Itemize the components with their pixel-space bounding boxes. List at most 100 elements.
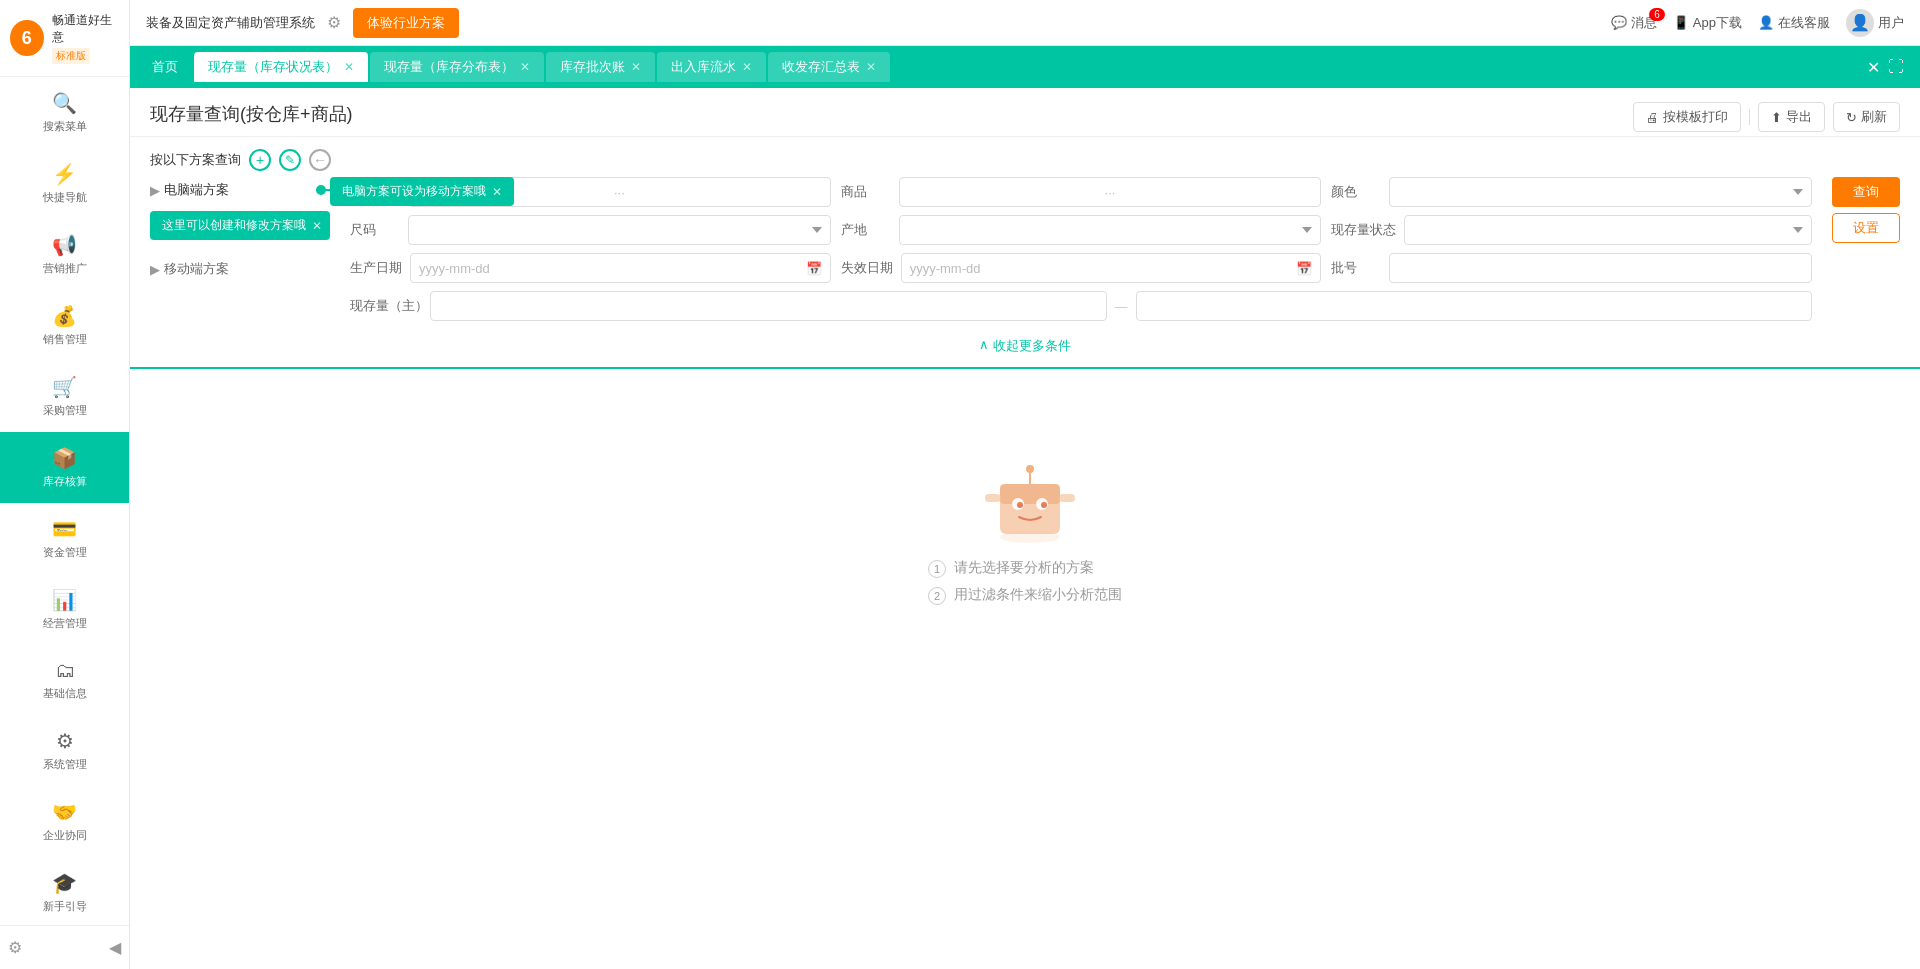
- scheme-mobile-header: ▶ 移动端方案: [150, 256, 330, 282]
- enterprise-icon: 🤝: [52, 800, 77, 824]
- system-icon: ⚙: [56, 729, 74, 753]
- user-avatar: 👤: [1846, 9, 1874, 37]
- collapse-icon[interactable]: ◀: [109, 938, 121, 957]
- tab-close-icon[interactable]: ✕: [344, 60, 354, 74]
- tab-close-all-icon[interactable]: ✕: [1867, 58, 1880, 77]
- empty-hint-2: 2 用过滤条件来缩小分析范围: [928, 586, 1122, 605]
- tab-inventory-status[interactable]: 现存量（库存状况表） ✕: [194, 52, 368, 82]
- tab-home[interactable]: 首页: [138, 52, 192, 82]
- prod-date-input[interactable]: yyyy-mm-dd 📅: [410, 253, 831, 283]
- sidebar-item-label: 快捷导航: [43, 190, 87, 205]
- guide-icon: 🎓: [52, 871, 77, 895]
- svg-point-6: [1041, 502, 1047, 508]
- filter-row-3: 生产日期 yyyy-mm-dd 📅 失效日期 yyyy-mm-dd: [350, 253, 1812, 283]
- tabbar: 首页 现存量（库存状况表） ✕ 现存量（库存分布表） ✕ 库存批次账 ✕ 出入库…: [130, 46, 1920, 88]
- edit-tooltip-close-icon[interactable]: ✕: [312, 219, 322, 233]
- action-buttons: 查询 设置: [1832, 177, 1900, 243]
- field-label: 失效日期: [841, 259, 893, 277]
- tab-home-label: 首页: [152, 58, 178, 76]
- date-placeholder: yyyy-mm-dd: [910, 261, 981, 276]
- field-label: 颜色: [1331, 183, 1381, 201]
- settings-btn[interactable]: 设置: [1832, 213, 1900, 243]
- sidebar-item-marketing[interactable]: 📢 营销推广: [0, 219, 129, 290]
- filter-collapse-btn[interactable]: ∧ 收起更多条件: [150, 329, 1900, 355]
- tab-close-icon[interactable]: ✕: [866, 60, 876, 74]
- sidebar-item-search[interactable]: 🔍 搜索菜单: [0, 77, 129, 148]
- tab-close-icon[interactable]: ✕: [742, 60, 752, 74]
- settings-icon[interactable]: ⚙: [8, 938, 22, 957]
- tab-label: 出入库流水: [671, 58, 736, 76]
- stock-qty-label: 现存量（主）: [350, 297, 430, 315]
- operations-icon: 📊: [52, 588, 77, 612]
- filter-back-btn[interactable]: ←: [309, 149, 331, 171]
- color-select[interactable]: [1389, 177, 1812, 207]
- tab-batch[interactable]: 库存批次账 ✕: [546, 52, 655, 82]
- batch-no-input[interactable]: [1389, 253, 1812, 283]
- sidebar-item-system[interactable]: ⚙ 系统管理: [0, 715, 129, 786]
- app-download-btn[interactable]: 📱 App下载: [1673, 14, 1742, 32]
- quicknav-icon: ⚡: [52, 162, 77, 186]
- filter-row-1: 按仓库 ··· 商品 ··· 颜色: [350, 177, 1812, 207]
- sidebar-item-finance[interactable]: 💳 资金管理: [0, 503, 129, 574]
- sidebar-item-purchase[interactable]: 🛒 采购管理: [0, 361, 129, 432]
- query-btn[interactable]: 查询: [1832, 177, 1900, 207]
- hint-num: 2: [928, 587, 946, 605]
- message-btn[interactable]: 💬 消息 6: [1611, 14, 1657, 32]
- tab-actions: ✕ ⛶: [1867, 58, 1912, 77]
- stock-qty-to[interactable]: [1136, 291, 1813, 321]
- sidebar-item-quicknav[interactable]: ⚡ 快捷导航: [0, 148, 129, 219]
- tab-inout[interactable]: 出入库流水 ✕: [657, 52, 766, 82]
- tab-close-icon[interactable]: ✕: [520, 60, 530, 74]
- system-name: 装备及固定资产辅助管理系统: [146, 14, 315, 32]
- scheme-edit-tooltip: 这里可以创建和修改方案哦 ✕: [150, 211, 330, 240]
- svg-rect-10: [1059, 494, 1075, 502]
- scheme-mobile-label: 移动端方案: [164, 260, 229, 278]
- tooltip-text: 电脑方案可设为移动方案哦: [342, 183, 486, 200]
- chevron-up-icon: ∧: [979, 337, 989, 355]
- exp-date-input[interactable]: yyyy-mm-dd 📅: [901, 253, 1322, 283]
- sidebar-item-sales[interactable]: 💰 销售管理: [0, 290, 129, 361]
- connector-line: [316, 189, 330, 191]
- sidebar-item-guide[interactable]: 🎓 新手引导: [0, 857, 129, 925]
- topbar-right: 💬 消息 6 📱 App下载 👤 在线客服 👤 用户: [1611, 9, 1904, 37]
- filter-field-origin: 产地: [841, 215, 1322, 245]
- filter-field-color: 颜色: [1331, 177, 1812, 207]
- size-select[interactable]: [408, 215, 831, 245]
- sidebar-item-base[interactable]: 🗂 基础信息: [0, 645, 129, 715]
- print-btn[interactable]: 🖨 按模板打印: [1633, 102, 1741, 132]
- logo-badge: 标准版: [52, 48, 90, 64]
- sidebar-item-inventory[interactable]: 📦 库存核算: [0, 432, 129, 503]
- online-service-btn[interactable]: 👤 在线客服: [1758, 14, 1830, 32]
- refresh-btn[interactable]: ↻ 刷新: [1833, 102, 1900, 132]
- tooltip-close-icon[interactable]: ✕: [492, 185, 502, 199]
- sales-icon: 💰: [52, 304, 77, 328]
- tab-expand-icon[interactable]: ⛶: [1888, 58, 1904, 77]
- sidebar-item-label: 营销推广: [43, 261, 87, 276]
- tab-inventory-dist[interactable]: 现存量（库存分布表） ✕: [370, 52, 544, 82]
- export-btn[interactable]: ⬆ 导出: [1758, 102, 1825, 132]
- filter-field-prod-date: 生产日期 yyyy-mm-dd 📅: [350, 253, 831, 283]
- field-label: 商品: [841, 183, 891, 201]
- empty-state-hints: 1 请先选择要分析的方案 2 用过滤条件来缩小分析范围: [928, 559, 1122, 613]
- toolbar-divider: [1749, 109, 1750, 125]
- tab-collect[interactable]: 收发存汇总表 ✕: [768, 52, 890, 82]
- goods-input[interactable]: ···: [899, 177, 1322, 207]
- scheme-panel: ▶ 电脑端方案 电脑方案可设为移动方案哦 ✕: [150, 177, 330, 329]
- origin-select[interactable]: [899, 215, 1322, 245]
- stock-status-select[interactable]: [1404, 215, 1812, 245]
- tab-close-icon[interactable]: ✕: [631, 60, 641, 74]
- sidebar-item-label: 企业协同: [43, 828, 87, 843]
- phone-icon: 📱: [1673, 15, 1689, 30]
- sidebar-item-operations[interactable]: 📊 经营管理: [0, 574, 129, 645]
- user-btn[interactable]: 👤 用户: [1846, 9, 1904, 37]
- sidebar-item-enterprise[interactable]: 🤝 企业协同: [0, 786, 129, 857]
- settings-icon[interactable]: ⚙: [327, 13, 341, 32]
- filter-edit-btn[interactable]: ✎: [279, 149, 301, 171]
- filter-field-size: 尺码: [350, 215, 831, 245]
- tab-label: 现存量（库存分布表）: [384, 58, 514, 76]
- calendar-icon: 📅: [806, 261, 822, 276]
- industry-btn[interactable]: 体验行业方案: [353, 8, 459, 38]
- stock-qty-from[interactable]: [430, 291, 1107, 321]
- hint-text: 用过滤条件来缩小分析范围: [954, 586, 1122, 604]
- filter-add-btn[interactable]: +: [249, 149, 271, 171]
